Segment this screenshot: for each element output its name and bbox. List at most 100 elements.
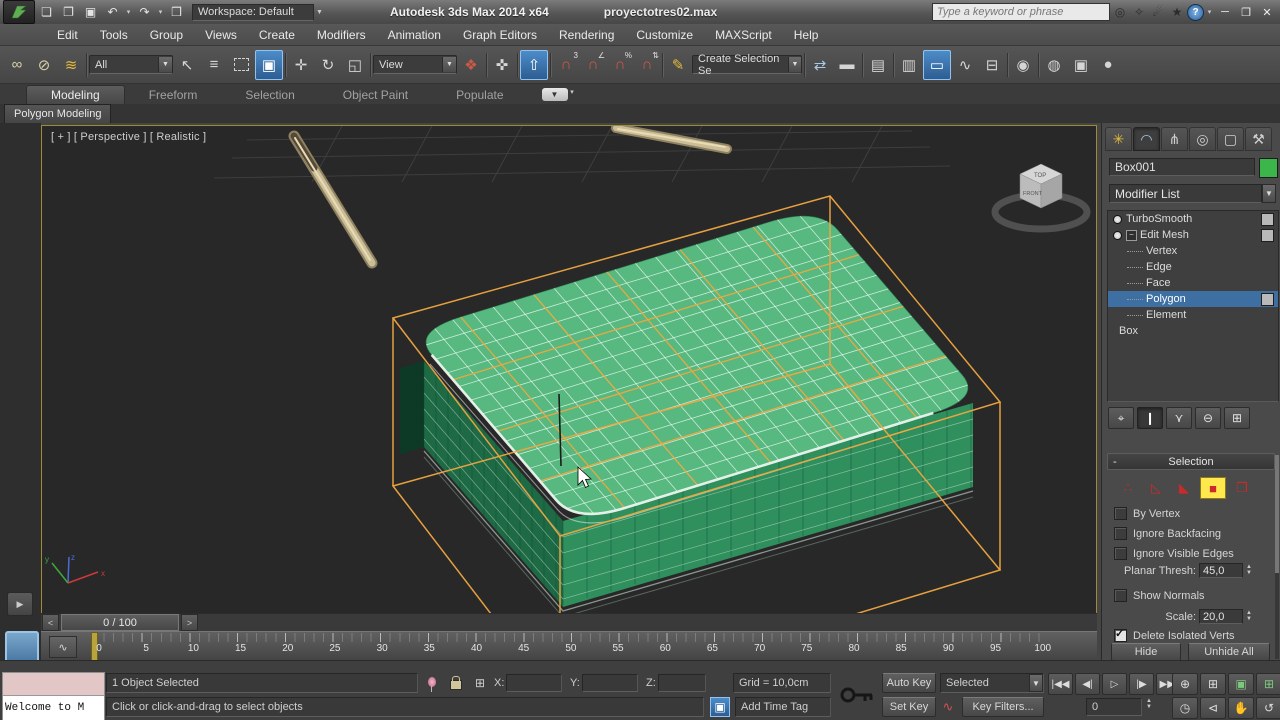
- time-configuration-icon[interactable]: ◷: [1172, 697, 1198, 719]
- communication-center-icon[interactable]: ☄: [1149, 3, 1167, 21]
- help-icon[interactable]: ?: [1187, 3, 1204, 21]
- set-keys-button[interactable]: [838, 673, 876, 717]
- use-pivot-point-icon[interactable]: ❖ ▼: [458, 51, 484, 79]
- ribbon-tab-selection[interactable]: Selection: [221, 86, 318, 104]
- motion-tab-icon[interactable]: ◎: [1189, 127, 1216, 151]
- close-button[interactable]: ✕: [1257, 3, 1277, 21]
- spinner-snap-toggle-icon[interactable]: ∩ ⇅ ▼: [634, 51, 660, 79]
- restore-button[interactable]: ❐: [1236, 3, 1256, 21]
- utilities-tab-icon[interactable]: ⚒: [1245, 127, 1272, 151]
- ribbon-tab-freeform[interactable]: Freeform: [125, 86, 222, 104]
- selection-rollout-header[interactable]: - Selection: [1107, 453, 1275, 470]
- add-time-tag[interactable]: Add Time Tag: [735, 697, 831, 717]
- menu-modifiers[interactable]: Modifiers: [306, 24, 377, 45]
- hide-button[interactable]: Hide: [1111, 643, 1181, 661]
- unhide-all-button[interactable]: Unhide All: [1188, 643, 1270, 661]
- previous-frame-arrow[interactable]: <: [42, 614, 59, 631]
- rectangular-selection-region-icon[interactable]: ▼: [228, 51, 254, 79]
- zoom-all-icon[interactable]: ⊞: [1200, 673, 1226, 695]
- select-by-name-icon[interactable]: ≡ ▼: [201, 51, 227, 79]
- keyboard-shortcut-override-toggle[interactable]: ⇧ ▼: [520, 49, 548, 80]
- go-to-start-button[interactable]: |◀◀: [1048, 673, 1073, 695]
- layer-manager-icon[interactable]: ▤ ▼: [865, 51, 891, 79]
- new-file-icon[interactable]: ❏: [36, 2, 57, 22]
- ribbon-options-dropdown[interactable]: ▼: [541, 88, 568, 101]
- current-frame-field[interactable]: [1086, 698, 1142, 716]
- select-and-rotate-icon[interactable]: ↻ ▼: [315, 51, 341, 79]
- menu-tools[interactable]: Tools: [89, 24, 139, 45]
- key-filters-button[interactable]: Key Filters...: [962, 697, 1044, 717]
- ignore-backfacing-checkbox[interactable]: Ignore Backfacing: [1114, 527, 1234, 540]
- delete-isolated-verts-box[interactable]: [1114, 627, 1127, 642]
- planar-thresh-spinner[interactable]: ▲ ▼: [1246, 564, 1252, 576]
- material-editor-icon[interactable]: ◉ ▼: [1010, 51, 1036, 79]
- workspace-dropdown[interactable]: Workspace: Default: [192, 3, 314, 21]
- reference-coordinate-dropdown[interactable]: View ▼: [373, 55, 457, 74]
- polygon-subobject-icon[interactable]: ■: [1200, 477, 1226, 499]
- menu-maxscript[interactable]: MAXScript: [704, 24, 783, 45]
- ribbon-tab-populate[interactable]: Populate: [432, 86, 527, 104]
- menu-edit[interactable]: Edit: [46, 24, 89, 45]
- zoom-icon[interactable]: ⊕: [1172, 673, 1198, 695]
- panel-scrollbar[interactable]: [1275, 455, 1279, 659]
- viewport-layout-flyout-arrow[interactable]: ▶: [7, 592, 33, 616]
- default-tangent-icon[interactable]: ∿: [938, 697, 958, 717]
- y-coordinate-field[interactable]: [582, 674, 638, 692]
- modifier-enable-bulb-icon[interactable]: [1113, 230, 1122, 240]
- curve-editor-icon[interactable]: ∿ ▼: [952, 51, 978, 79]
- mirror-icon[interactable]: ⇄ ▼: [807, 51, 833, 79]
- open-file-icon[interactable]: ❐: [58, 2, 79, 22]
- stack-turbosmooth[interactable]: TurboSmooth: [1108, 211, 1278, 227]
- by-vertex-checkbox[interactable]: By Vertex: [1114, 507, 1234, 520]
- stack-edit-mesh[interactable]: − Edit Mesh: [1108, 227, 1278, 243]
- field-of-view-icon[interactable]: ⊲: [1200, 697, 1226, 719]
- hierarchy-tab-icon[interactable]: ⋔: [1161, 127, 1188, 151]
- render-production-icon[interactable]: ● ▼: [1095, 51, 1121, 79]
- pan-icon[interactable]: ✋: [1228, 697, 1254, 719]
- subscription-key-icon[interactable]: ✧: [1130, 3, 1148, 21]
- show-normals-checkbox[interactable]: Show Normals: [1114, 589, 1205, 602]
- menu-rendering[interactable]: Rendering: [548, 24, 625, 45]
- key-mode-dropdown[interactable]: Selected ▼: [940, 673, 1044, 693]
- selection-lock-toggle[interactable]: [446, 673, 466, 693]
- macro-recorder-pane[interactable]: [3, 673, 104, 696]
- next-frame-button[interactable]: |▶: [1129, 673, 1154, 695]
- snaps-toggle-3d-icon[interactable]: ∩ 3 ▼: [553, 51, 579, 79]
- x-coordinate-field[interactable]: [506, 674, 562, 692]
- frame-spinner[interactable]: ▲ ▼: [1146, 698, 1152, 710]
- stack-face[interactable]: Face: [1108, 275, 1278, 291]
- menu-create[interactable]: Create: [248, 24, 306, 45]
- make-unique-button[interactable]: ⋎: [1166, 407, 1192, 429]
- percent-snap-toggle-icon[interactable]: ∩ % ▼: [607, 51, 633, 79]
- select-and-link-icon[interactable]: ∞ ▼: [4, 51, 30, 79]
- viewport-label[interactable]: [ + ] [ Perspective ] [ Realistic ]: [51, 131, 206, 143]
- menu-views[interactable]: Views: [194, 24, 248, 45]
- stack-element[interactable]: Element: [1108, 307, 1278, 323]
- play-button[interactable]: ▷: [1102, 673, 1127, 695]
- modifier-list-dropdown[interactable]: Modifier List ▼: [1109, 184, 1276, 203]
- menu-graph-editors[interactable]: Graph Editors: [452, 24, 548, 45]
- viewport-layout-tab-button[interactable]: [5, 631, 39, 663]
- face-subobject-icon[interactable]: ◣: [1172, 478, 1196, 498]
- stack-box[interactable]: Box: [1108, 323, 1278, 339]
- project-folder-icon[interactable]: ❒: [166, 2, 187, 22]
- track-bar-ruler[interactable]: 0 5 10 15 20 25 30 35 40 45 50 55 60 65 70 75 80 85 90 95 10…: [88, 632, 1054, 661]
- ignore-visible-edges-checkbox[interactable]: Ignore Visible Edges: [1114, 547, 1234, 560]
- modifier-checkbox[interactable]: [1261, 293, 1274, 306]
- viewcube-front-label[interactable]: FRONT: [1023, 191, 1043, 197]
- create-tab-icon[interactable]: ✳: [1105, 127, 1132, 151]
- stack-edge[interactable]: Edge: [1108, 259, 1278, 275]
- view-cube[interactable]: TOP FRONT: [991, 163, 1091, 233]
- element-subobject-icon[interactable]: ❒: [1230, 478, 1254, 498]
- align-icon[interactable]: ▬ ▼: [834, 51, 860, 79]
- normals-scale-spinner[interactable]: ▲ ▼: [1246, 610, 1252, 622]
- show-end-result-toggle[interactable]: ❙: [1137, 407, 1163, 429]
- previous-frame-button[interactable]: ◀|: [1075, 673, 1100, 695]
- redo-icon[interactable]: ↷: [134, 2, 155, 22]
- key-mode-caret[interactable]: ▼: [1029, 674, 1043, 692]
- configure-modifier-sets-button[interactable]: ⊞: [1224, 407, 1250, 429]
- ribbon-tab-object-paint[interactable]: Object Paint: [319, 86, 432, 104]
- planar-thresh-field[interactable]: [1199, 563, 1243, 578]
- toggle-ribbon-icon[interactable]: ▭ ▼: [923, 49, 951, 80]
- modifier-list-caret[interactable]: ▼: [1262, 184, 1276, 203]
